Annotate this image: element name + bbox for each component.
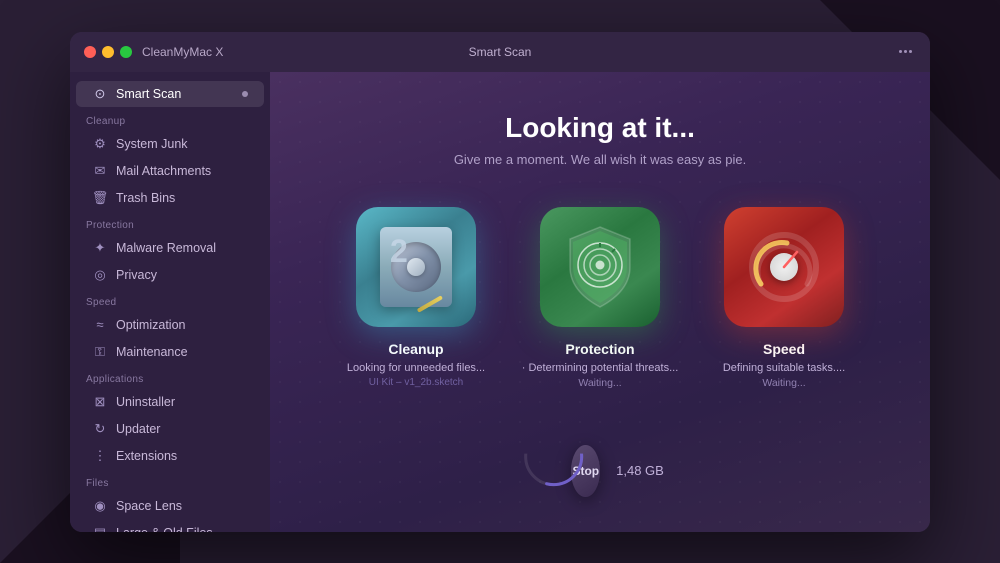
sidebar-item-label: Smart Scan	[116, 87, 181, 101]
sidebar-item-label: Maintenance	[116, 345, 188, 359]
cleanup-card-icon: 2	[356, 207, 476, 327]
sidebar-item-label: Space Lens	[116, 499, 182, 513]
cleanup-card-title: Cleanup	[388, 341, 443, 357]
protection-card-status: Waiting...	[578, 377, 621, 389]
sidebar-item-label: System Junk	[116, 137, 188, 151]
settings-button[interactable]	[894, 44, 916, 60]
extensions-icon: ⋮	[92, 448, 108, 464]
section-protection: Protection	[70, 212, 270, 234]
gauge-svg	[749, 232, 819, 302]
mail-icon: ✉	[92, 163, 108, 179]
sidebar-item-label: Updater	[116, 422, 160, 436]
hdd-center	[407, 258, 425, 276]
window-title: Smart Scan	[469, 45, 532, 59]
active-indicator	[242, 91, 248, 97]
speed-card-desc: Defining suitable tasks....	[723, 362, 845, 374]
sidebar-item-smart-scan[interactable]: ⊙ Smart Scan	[76, 81, 264, 107]
main-subtitle: Give me a moment. We all wish it was eas…	[454, 152, 746, 167]
maintenance-icon: ⚿	[92, 344, 108, 360]
hdd-number: 2	[390, 233, 408, 270]
section-files: Files	[70, 470, 270, 492]
cleanup-card-status: UI Kit – v1_2b.sketch	[369, 377, 464, 388]
progress-ring-background	[526, 453, 582, 484]
cards-row: 2 Cleanup Looking for unneeded files... …	[336, 207, 864, 389]
traffic-lights	[84, 46, 132, 58]
sidebar-item-label: Mail Attachments	[116, 164, 211, 178]
trash-icon: 🗑	[92, 190, 108, 206]
title-bar: CleanMyMac X Smart Scan	[70, 32, 930, 72]
sidebar-item-maintenance[interactable]: ⚿ Maintenance	[76, 339, 264, 365]
sidebar-item-uninstaller[interactable]: ⊠ Uninstaller	[76, 389, 264, 415]
gauge-container	[744, 227, 824, 307]
stop-size-label: 1,48 GB	[616, 463, 664, 478]
speed-card: Speed Defining suitable tasks.... Waitin…	[704, 207, 864, 389]
maximize-button[interactable]	[120, 46, 132, 58]
stop-area: Stop 1,48 GB	[536, 439, 664, 503]
sidebar-item-label: Uninstaller	[116, 395, 175, 409]
large-files-icon: ▤	[92, 525, 108, 532]
sidebar-item-privacy[interactable]: ◎ Privacy	[76, 262, 264, 288]
sidebar: ⊙ Smart Scan Cleanup ⚙ System Junk ✉ Mai…	[70, 72, 270, 532]
space-lens-icon: ◉	[92, 498, 108, 514]
content-area: Looking at it... Give me a moment. We al…	[270, 72, 930, 532]
section-applications: Applications	[70, 366, 270, 388]
protection-card-icon	[540, 207, 660, 327]
minimize-button[interactable]	[102, 46, 114, 58]
hdd-body: 2	[380, 227, 452, 307]
system-junk-icon: ⚙	[92, 136, 108, 152]
hdd-arm	[417, 295, 443, 312]
sidebar-item-label: Privacy	[116, 268, 157, 282]
speed-card-status: Waiting...	[762, 377, 805, 389]
updater-icon: ↻	[92, 421, 108, 437]
scan-icon: ⊙	[92, 86, 108, 102]
protection-card-title: Protection	[565, 341, 634, 357]
sidebar-item-label: Malware Removal	[116, 241, 216, 255]
progress-ring-fill	[526, 453, 582, 484]
uninstaller-icon: ⊠	[92, 394, 108, 410]
sidebar-item-large-old-files[interactable]: ▤ Large & Old Files	[76, 520, 264, 532]
speed-card-title: Speed	[763, 341, 805, 357]
app-window: CleanMyMac X Smart Scan ⊙ Smart Scan Cle…	[70, 32, 930, 532]
sidebar-item-updater[interactable]: ↻ Updater	[76, 416, 264, 442]
cleanup-card: 2 Cleanup Looking for unneeded files... …	[336, 207, 496, 388]
optimization-icon: ≈	[92, 317, 108, 333]
sidebar-item-trash-bins[interactable]: 🗑 Trash Bins	[76, 185, 264, 211]
sidebar-item-label: Extensions	[116, 449, 177, 463]
main-title: Looking at it...	[505, 112, 695, 144]
protection-card: Protection · Determining potential threa…	[520, 207, 680, 389]
main-content: ⊙ Smart Scan Cleanup ⚙ System Junk ✉ Mai…	[70, 72, 930, 532]
sidebar-item-label: Optimization	[116, 318, 185, 332]
shield-svg	[560, 223, 640, 311]
sidebar-item-optimization[interactable]: ≈ Optimization	[76, 312, 264, 338]
sidebar-item-space-lens[interactable]: ◉ Space Lens	[76, 493, 264, 519]
sidebar-item-system-junk[interactable]: ⚙ System Junk	[76, 131, 264, 157]
section-speed: Speed	[70, 289, 270, 311]
section-cleanup: Cleanup	[70, 108, 270, 130]
speed-card-icon	[724, 207, 844, 327]
protection-card-desc: · Determining potential threats...	[522, 362, 679, 374]
sidebar-item-label: Trash Bins	[116, 191, 175, 205]
sidebar-item-malware-removal[interactable]: ✦ Malware Removal	[76, 235, 264, 261]
privacy-icon: ◎	[92, 267, 108, 283]
sidebar-item-extensions[interactable]: ⋮ Extensions	[76, 443, 264, 469]
cleanup-card-desc: Looking for unneeded files...	[347, 362, 485, 374]
stop-button-wrapper: Stop	[536, 439, 600, 503]
sidebar-item-mail-attachments[interactable]: ✉ Mail Attachments	[76, 158, 264, 184]
sidebar-item-label: Large & Old Files	[116, 526, 213, 532]
malware-icon: ✦	[92, 240, 108, 256]
close-button[interactable]	[84, 46, 96, 58]
app-name: CleanMyMac X	[142, 45, 223, 59]
progress-ring-svg	[522, 453, 586, 488]
